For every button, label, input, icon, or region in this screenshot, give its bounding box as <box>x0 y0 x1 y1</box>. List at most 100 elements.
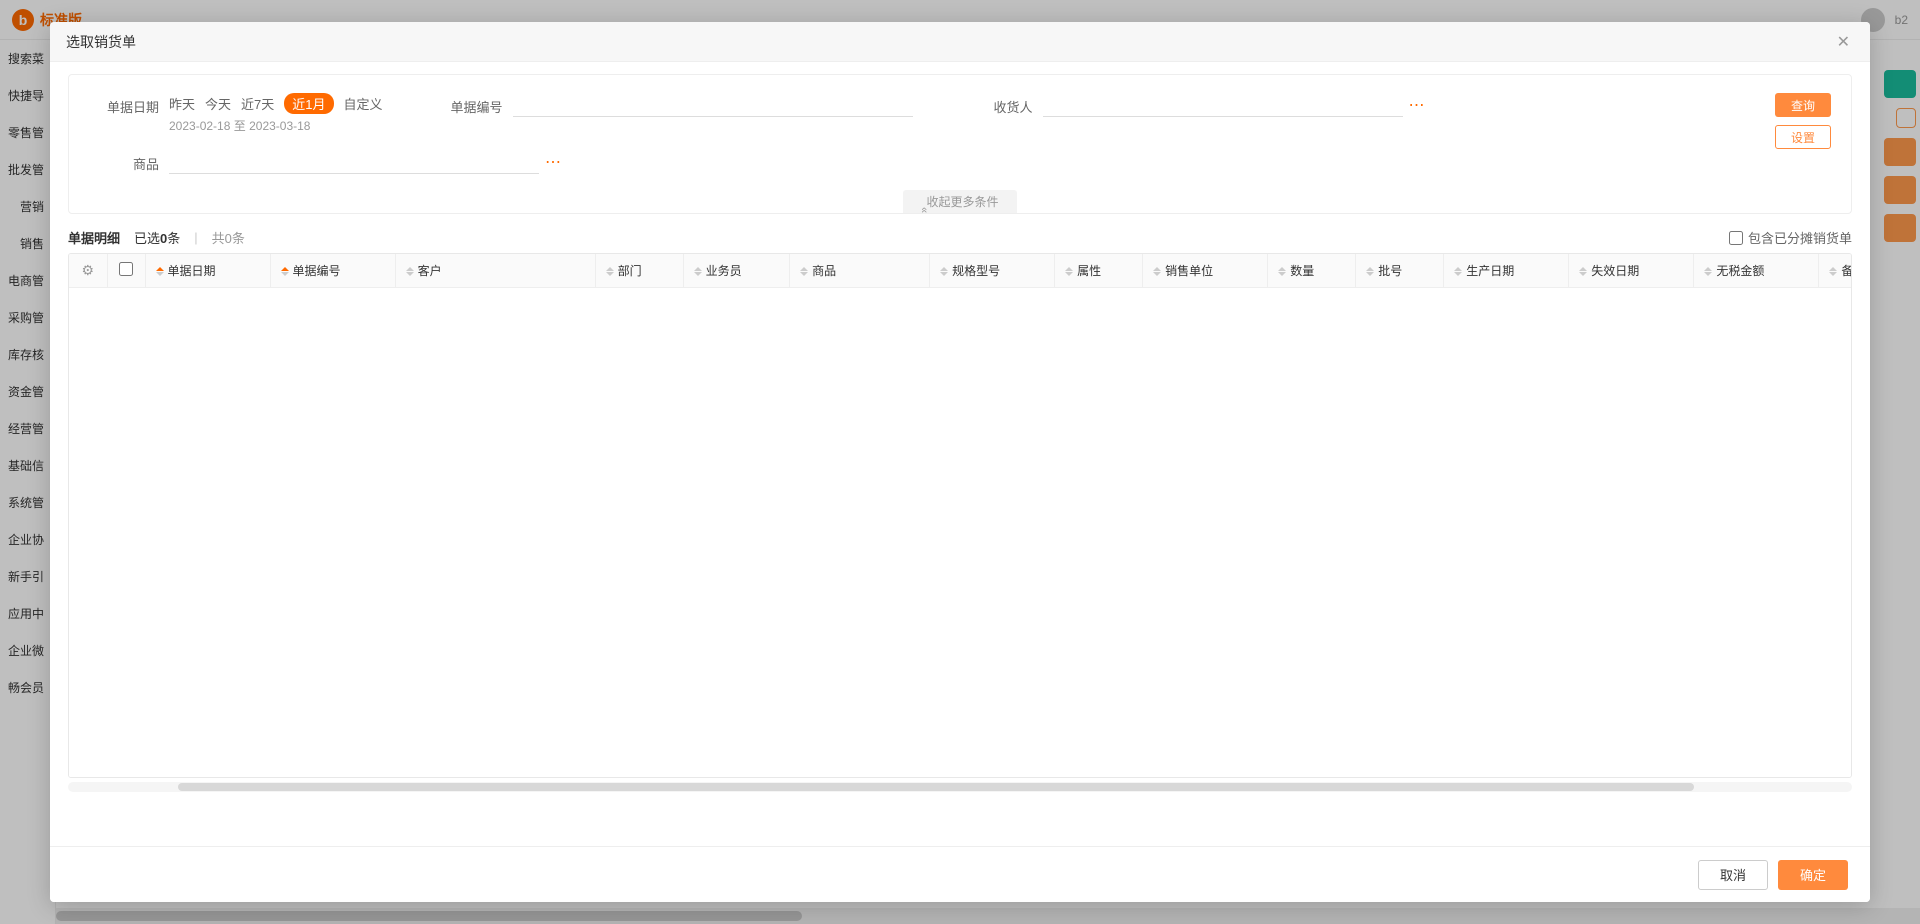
receiver-input[interactable] <box>1043 93 1403 117</box>
sort-down-icon <box>1454 272 1462 276</box>
date-preset-custom[interactable]: 自定义 <box>344 94 383 113</box>
summary-sep: | <box>194 230 197 245</box>
date-range-from: 2023-02-18 <box>169 119 230 133</box>
sort-up-icon <box>800 267 808 271</box>
col-docno[interactable]: 单据编号 <box>270 254 395 288</box>
table-scrollbar[interactable] <box>68 782 1852 792</box>
col-label: 业务员 <box>706 264 742 278</box>
select-sales-order-modal: 选取销货单 ✕ 单据日期 昨天 今天 近7天 近1月 <box>50 22 1870 902</box>
col-qty[interactable]: 数量 <box>1268 254 1356 288</box>
confirm-button[interactable]: 确定 <box>1778 860 1848 890</box>
col-salesperson[interactable]: 业务员 <box>683 254 790 288</box>
modal-overlay: 选取销货单 ✕ 单据日期 昨天 今天 近7天 近1月 <box>0 0 1920 924</box>
sort-down-icon <box>1366 272 1374 276</box>
sort-up-icon <box>1579 267 1587 271</box>
filter-date: 单据日期 昨天 今天 近7天 近1月 自定义 2023-02-18 <box>89 93 383 134</box>
product-input[interactable] <box>169 150 539 174</box>
date-preset-today[interactable]: 今天 <box>205 94 231 113</box>
filter-docno: 单据编号 <box>433 93 913 117</box>
col-label: 单据编号 <box>293 264 341 278</box>
date-preset-7days[interactable]: 近7天 <box>241 94 274 113</box>
col-date[interactable]: 单据日期 <box>145 254 270 288</box>
date-range-sep: 至 <box>234 119 246 133</box>
include-checkbox[interactable] <box>1729 231 1743 245</box>
col-label: 生产日期 <box>1466 264 1514 278</box>
summary-left: 单据明细 已选0条 | 共0条 <box>68 228 245 247</box>
col-batch[interactable]: 批号 <box>1356 254 1444 288</box>
sort-up-icon <box>606 267 614 271</box>
col-expiry[interactable]: 失效日期 <box>1569 254 1694 288</box>
col-product[interactable]: 商品 <box>790 254 930 288</box>
summary-total: 共0条 <box>212 228 245 247</box>
col-attr[interactable]: 属性 <box>1055 254 1143 288</box>
col-label: 属性 <box>1077 264 1101 278</box>
sort-down-icon <box>1829 272 1837 276</box>
col-label: 商品 <box>812 264 836 278</box>
col-label: 数量 <box>1290 264 1314 278</box>
col-settings[interactable]: ⚙ <box>69 254 107 288</box>
include-checkbox-wrap[interactable]: 包含已分摊销货单 <box>1729 228 1852 247</box>
sort-up-icon <box>694 267 702 271</box>
col-dept[interactable]: 部门 <box>595 254 683 288</box>
col-label: 客户 <box>418 264 442 278</box>
sort-up-icon <box>406 267 414 271</box>
date-preset-yesterday[interactable]: 昨天 <box>169 94 195 113</box>
product-lookup-icon[interactable]: ⋯ <box>539 152 568 172</box>
query-button[interactable]: 查询 <box>1775 93 1831 117</box>
filter-receiver-label: 收货人 <box>963 93 1033 116</box>
sort-down-icon <box>1153 272 1161 276</box>
sort-down-icon <box>1278 272 1286 276</box>
filter-date-label: 单据日期 <box>89 93 159 116</box>
docno-input[interactable] <box>513 93 913 117</box>
sort-down-icon <box>800 272 808 276</box>
col-label: 备 <box>1841 264 1852 278</box>
col-spec[interactable]: 规格型号 <box>930 254 1055 288</box>
receiver-lookup-icon[interactable]: ⋯ <box>1403 95 1432 115</box>
sort-up-icon <box>1153 267 1161 271</box>
gear-icon: ⚙ <box>81 262 94 278</box>
select-all-checkbox[interactable] <box>119 262 133 276</box>
sort-up-icon <box>1454 267 1462 271</box>
col-proddate[interactable]: 生产日期 <box>1444 254 1569 288</box>
col-notax[interactable]: 无税金额 <box>1694 254 1819 288</box>
sort-down-icon <box>1704 272 1712 276</box>
close-icon[interactable]: ✕ <box>1833 28 1854 56</box>
sort-down-icon <box>156 272 164 276</box>
collapse-bar: 收起更多条件 <box>89 190 1831 213</box>
filter-product: 商品 ⋯ <box>119 150 568 174</box>
filter-receiver: 收货人 ⋯ <box>963 93 1432 117</box>
sort-down-icon <box>606 272 614 276</box>
sort-down-icon <box>1579 272 1587 276</box>
col-label: 规格型号 <box>952 264 1000 278</box>
col-checkbox[interactable] <box>107 254 145 288</box>
sort-down-icon <box>281 272 289 276</box>
col-customer[interactable]: 客户 <box>395 254 595 288</box>
col-label: 失效日期 <box>1591 264 1639 278</box>
collapse-button[interactable]: 收起更多条件 <box>903 190 1016 213</box>
sort-up-icon <box>940 267 948 271</box>
sort-up-icon <box>1065 267 1073 271</box>
summary-bar: 单据明细 已选0条 | 共0条 包含已分摊销货单 <box>68 228 1852 247</box>
col-unit[interactable]: 销售单位 <box>1143 254 1268 288</box>
col-label: 批号 <box>1378 264 1402 278</box>
col-remark[interactable]: 备 <box>1819 254 1852 288</box>
modal-body: 单据日期 昨天 今天 近7天 近1月 自定义 2023-02-18 <box>50 62 1870 846</box>
date-preset-1month[interactable]: 近1月 <box>284 93 333 114</box>
selected-count-wrap: 已选0条 <box>134 228 180 247</box>
date-range-to: 2023-03-18 <box>249 119 310 133</box>
sales-order-table: ⚙ 单据日期 单据编号 客户 部门 业务员 商品 规格型号 属性 销售单位 数量 <box>69 254 1852 288</box>
filter-panel: 单据日期 昨天 今天 近7天 近1月 自定义 2023-02-18 <box>68 74 1852 214</box>
settings-button[interactable]: 设置 <box>1775 125 1831 149</box>
sort-down-icon <box>694 272 702 276</box>
col-label: 无税金额 <box>1716 264 1764 278</box>
table-wrap[interactable]: ⚙ 单据日期 单据编号 客户 部门 业务员 商品 规格型号 属性 销售单位 数量 <box>68 253 1852 778</box>
selected-suffix: 条 <box>167 231 180 246</box>
filter-docno-label: 单据编号 <box>433 93 503 116</box>
sort-up-icon <box>1704 267 1712 271</box>
cancel-button[interactable]: 取消 <box>1698 860 1768 890</box>
sort-up-icon <box>1366 267 1374 271</box>
modal-header: 选取销货单 ✕ <box>50 22 1870 62</box>
col-label: 单据日期 <box>168 264 216 278</box>
table-scrollbar-thumb[interactable] <box>178 783 1694 791</box>
col-label: 销售单位 <box>1165 264 1213 278</box>
